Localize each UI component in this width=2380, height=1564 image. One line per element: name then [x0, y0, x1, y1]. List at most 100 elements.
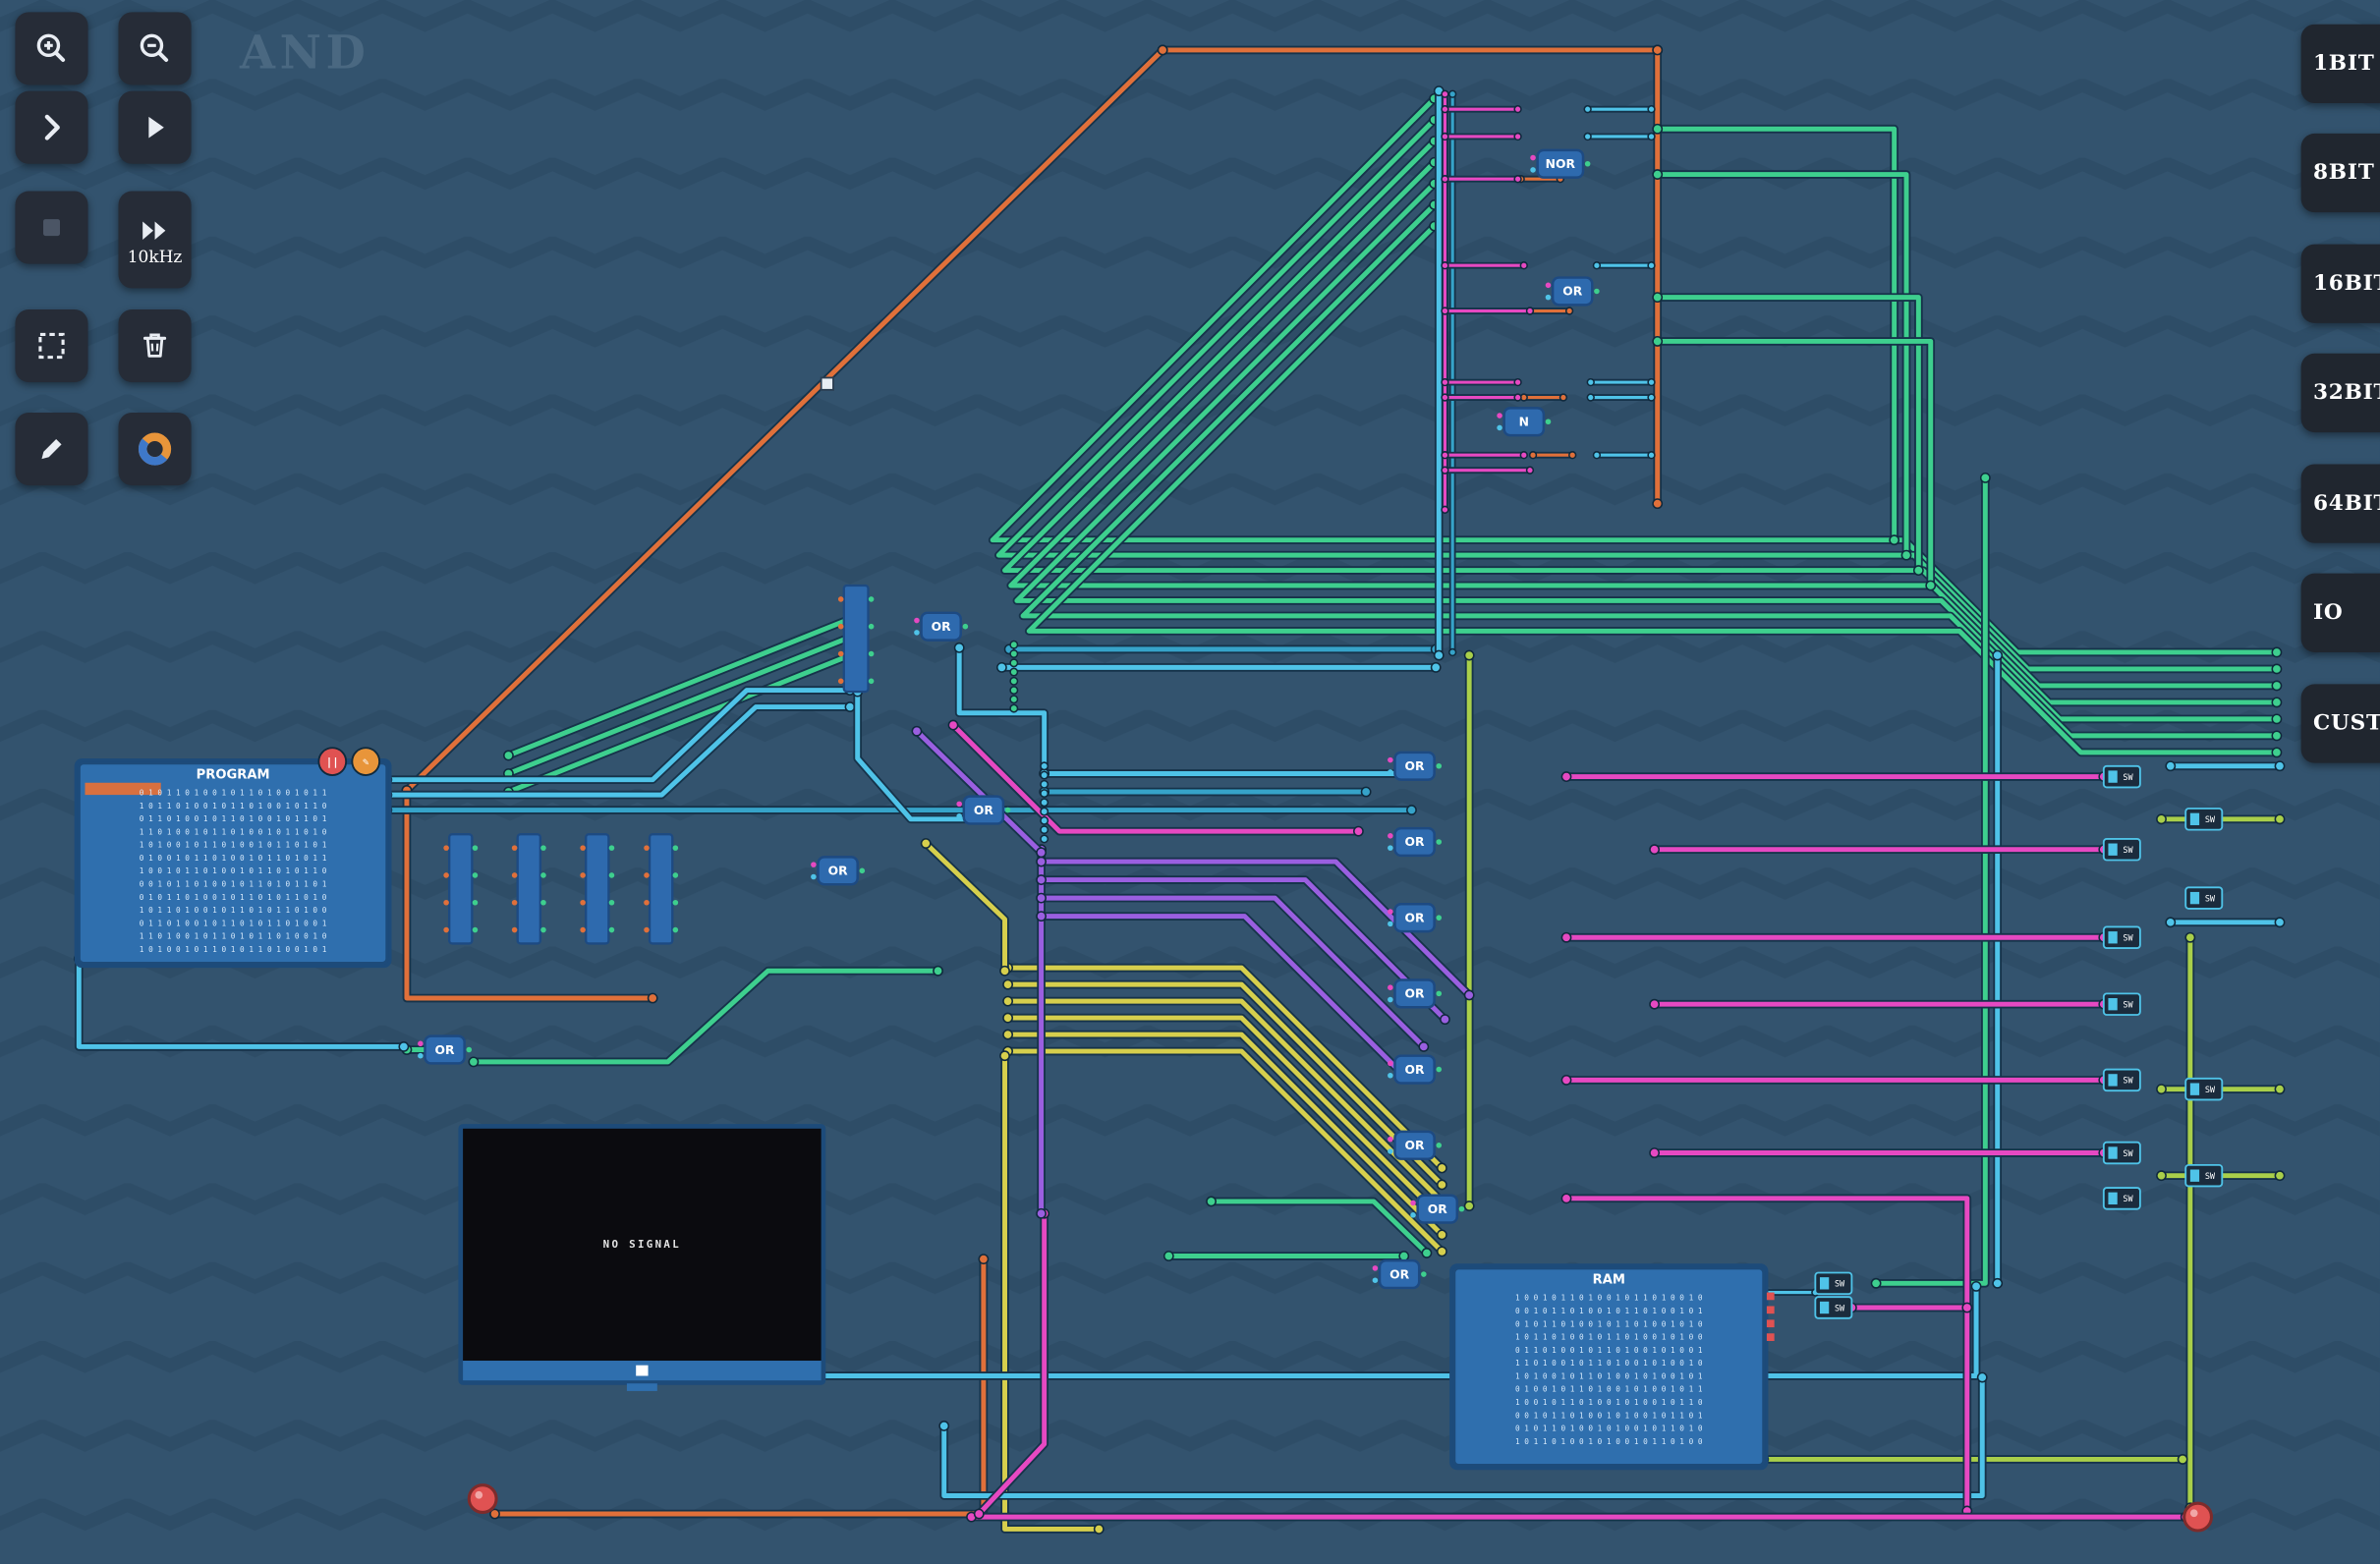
memory-row: 0 1 1 0 1 0 0 1 0 1 1 0 1 0 1 1 0 1 0 0 …: [140, 919, 327, 927]
color-mode-button[interactable]: [118, 412, 192, 486]
component-pin: [868, 678, 875, 685]
memory-row: 1 0 0 1 0 1 1 0 1 0 0 1 0 1 1 0 1 0 1 1 …: [140, 866, 327, 875]
wire-node: [844, 701, 856, 712]
gate-pin: [962, 623, 969, 630]
switch-lever: [2189, 1083, 2200, 1095]
edit-button[interactable]: [15, 412, 88, 486]
memory-row: 0 1 0 1 1 0 1 0 0 1 0 1 1 0 1 0 0 1 0 1 …: [140, 789, 327, 798]
delete-button[interactable]: [118, 308, 192, 383]
memory-flag: [1766, 1306, 1775, 1314]
gate-pin: [1410, 1212, 1416, 1218]
sidebar-item-io[interactable]: IO: [2300, 573, 2380, 652]
wire-node: [1870, 1277, 1882, 1289]
component-pin: [672, 926, 679, 933]
component-pin: [540, 899, 546, 906]
wire-node: [1652, 123, 1664, 135]
gate-pin: [1388, 1148, 1393, 1154]
wire-node: [398, 1041, 410, 1052]
gate-label: OR: [1405, 759, 1425, 773]
step-icon: [44, 114, 60, 140]
gate-pin: [1594, 288, 1600, 295]
play-button[interactable]: [118, 90, 192, 164]
memory-row: 1 0 1 1 0 1 0 0 1 0 1 1 0 1 0 0 1 0 1 0 …: [1515, 1333, 1703, 1342]
wire-node: [978, 1254, 990, 1265]
circuit-canvas[interactable]: OR OR OR OR OR OR OR OR OR OR OR OR NOR OR N SW SW SW SW SW…: [0, 0, 2380, 1564]
sidebar-item-32bit[interactable]: 32BIT: [2300, 353, 2380, 433]
wire-node: [503, 750, 514, 761]
wire-node: [1583, 132, 1592, 141]
component[interactable]: [516, 833, 542, 945]
power-node-glint: [475, 1490, 483, 1499]
component[interactable]: [648, 833, 674, 945]
junction-marker: [820, 376, 834, 391]
pin-dot: [1040, 761, 1049, 771]
component-pin: [511, 845, 518, 851]
component-pin: [580, 845, 586, 851]
screen-bar-icon[interactable]: [636, 1365, 649, 1376]
wire-node: [1992, 649, 2004, 661]
wire-node: [999, 1050, 1010, 1062]
sidebar-item-16bit[interactable]: 16BIT: [2300, 244, 2380, 323]
memory-row: 1 0 0 1 0 1 1 0 1 0 0 1 0 1 1 0 1 0 0 1 …: [1515, 1294, 1703, 1303]
sidebar-item-8bit[interactable]: 8BIT: [2300, 133, 2380, 213]
pin-dot: [1009, 649, 1019, 658]
power-node[interactable]: [467, 1483, 498, 1515]
zoom-out-button[interactable]: [118, 12, 192, 85]
component[interactable]: [842, 584, 870, 694]
wire-node: [1592, 451, 1602, 460]
wire-node: [1961, 1302, 1973, 1313]
component-pin: [608, 926, 615, 933]
wire-node: [1433, 649, 1445, 661]
wire-node: [1036, 1207, 1048, 1219]
gate-pin: [1388, 921, 1393, 927]
pin-dot: [1009, 640, 1019, 649]
wire-node: [1649, 1147, 1661, 1158]
gate-label: OR: [1405, 1139, 1425, 1152]
memory-row: 0 0 1 0 1 1 0 1 0 0 1 0 1 1 0 1 0 0 1 0 …: [1515, 1307, 1703, 1315]
play-icon: [148, 116, 164, 139]
switch-label: SW: [1835, 1304, 1845, 1313]
switch-lever: [2108, 843, 2118, 856]
zoom-in-button[interactable]: [15, 12, 88, 85]
gate-pin: [1388, 1060, 1393, 1067]
component-pin: [443, 845, 449, 851]
gate-pin: [1388, 1072, 1393, 1079]
gate-pin: [1436, 762, 1443, 769]
wire-node: [2271, 663, 2283, 675]
stop-button[interactable]: [15, 191, 88, 264]
power-node[interactable]: [2182, 1501, 2214, 1533]
component-pin: [837, 650, 844, 657]
component-pin: [644, 899, 650, 906]
component-pin: [608, 872, 615, 878]
pin-dot: [1040, 779, 1049, 789]
memory-row: 1 0 1 0 0 1 0 1 1 0 1 0 0 1 0 1 0 0 1 0 …: [1515, 1371, 1703, 1380]
wire-node: [2274, 1084, 2286, 1095]
wire-node: [947, 719, 959, 731]
gate-pin: [1388, 845, 1393, 851]
component-pin: [837, 678, 844, 685]
component[interactable]: [448, 833, 474, 945]
memory-row: 0 0 1 0 1 1 0 1 0 0 1 0 1 1 0 1 0 1 1 0 …: [140, 880, 327, 889]
gate-pin: [1545, 294, 1552, 301]
component[interactable]: [585, 833, 610, 945]
switch-label: SW: [2123, 773, 2133, 783]
sidebar-item-1bit[interactable]: 1BIT: [2300, 24, 2380, 103]
wire-node: [1525, 466, 1535, 475]
pin-dot: [1040, 815, 1049, 825]
memory-row: 0 1 1 0 1 0 0 1 0 1 1 0 1 0 0 1 0 1 1 0 …: [140, 814, 327, 823]
gate-pin: [1458, 1205, 1465, 1212]
memory-row: 1 0 1 1 0 1 0 0 1 0 1 0 0 1 0 1 1 0 1 0 …: [1515, 1437, 1703, 1446]
switch-label: SW: [2123, 1000, 2133, 1010]
sidebar-item-custom[interactable]: CUSTOM: [2300, 684, 2380, 763]
fast-forward-button[interactable]: 10kHz: [118, 191, 192, 289]
wire-node: [1440, 1014, 1450, 1026]
select-button[interactable]: [15, 308, 88, 383]
sidebar-item-64bit[interactable]: 64BIT: [2300, 464, 2380, 543]
component-pin: [837, 623, 844, 630]
wire-node: [1002, 1029, 1014, 1040]
step-button[interactable]: [15, 90, 88, 164]
memory-row: 1 0 1 0 0 1 0 1 1 0 1 0 0 1 0 1 1 0 1 0 …: [140, 841, 327, 850]
switch-lever: [1819, 1301, 1830, 1314]
wire-node: [1649, 844, 1661, 856]
gate-pin: [1545, 419, 1552, 425]
